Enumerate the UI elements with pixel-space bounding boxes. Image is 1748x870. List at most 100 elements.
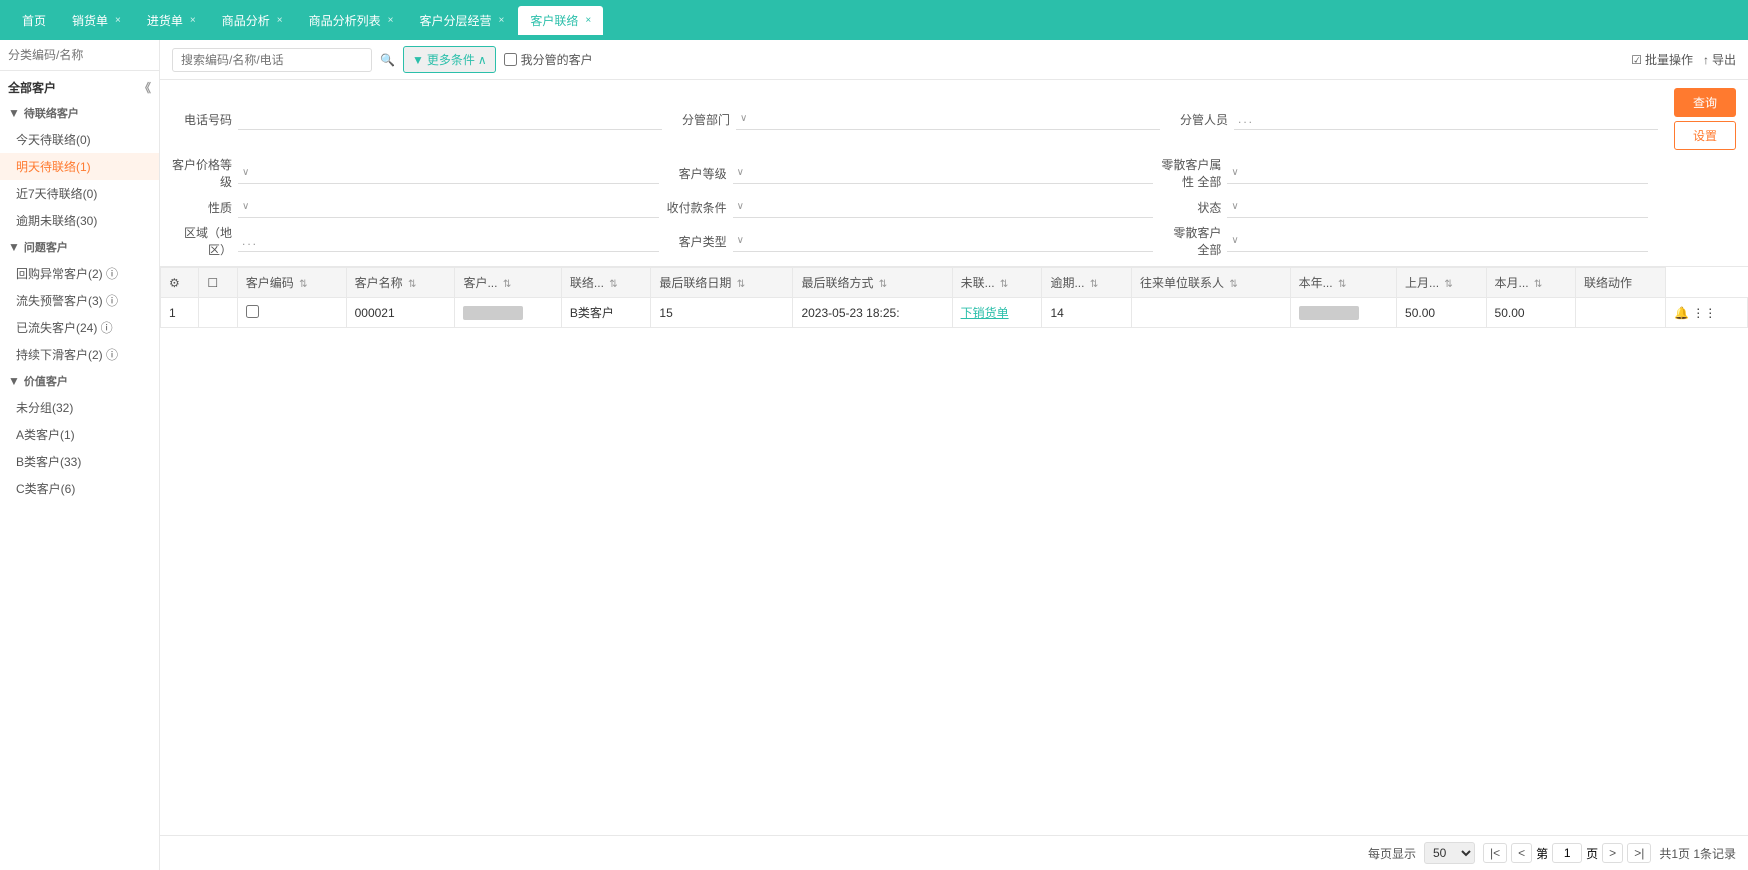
content-area: 🔍 ▼ 更多条件 ∧ 我分管的客户 ☑ 批量操作 ↑ 导出	[160, 40, 1748, 870]
my-customers-checkbox-container: 我分管的客户	[504, 51, 593, 68]
cell-2: 000021	[346, 298, 455, 328]
sidebar-item-A类客户(1)[interactable]: A类客户(1)	[0, 421, 159, 448]
batch-icon: ☑	[1631, 53, 1642, 67]
batch-op-label: 批量操作	[1645, 51, 1693, 68]
nav-item-客户联络[interactable]: 客户联络×	[518, 6, 603, 35]
retail-cust-select[interactable]: ∨	[1227, 230, 1648, 252]
filter-cell-payment: 收付款条件 ∨	[667, 196, 1154, 218]
all-customers-label: 全部客户	[8, 79, 56, 96]
status-select[interactable]: ∨	[1227, 196, 1648, 218]
dept-select[interactable]: ∨	[736, 108, 1160, 130]
nav-item-首页[interactable]: 首页	[10, 6, 58, 35]
set-btn[interactable]: 设置	[1674, 121, 1736, 150]
region-input[interactable]: ...	[238, 230, 659, 252]
filter-search-input[interactable]	[172, 48, 372, 72]
col-last-method[interactable]: 最后联络方式 ⇅	[793, 268, 952, 298]
col-gear[interactable]: ⚙	[161, 268, 199, 298]
nav-close-icon[interactable]: ×	[115, 15, 121, 26]
sidebar-group-待联络客户[interactable]: ▼待联络客户	[0, 100, 159, 126]
search-btn[interactable]: 🔍	[380, 53, 395, 67]
nav-close-icon[interactable]: ×	[190, 15, 196, 26]
phone-label: 电话号码	[172, 111, 232, 128]
col-contact[interactable]: 联络... ⇅	[561, 268, 651, 298]
per-page-select[interactable]: 50 100 200	[1424, 842, 1475, 864]
col-last-month[interactable]: 上月... ⇅	[1397, 268, 1487, 298]
main-layout: 🔍 全部客户 《 ▼待联络客户今天待联络(0)明天待联络(1)近7天待联络(0)…	[0, 40, 1748, 870]
more-conditions-btn[interactable]: ▼ 更多条件 ∧	[403, 46, 496, 73]
sidebar-group-问题客户[interactable]: ▼问题客户	[0, 234, 159, 260]
filter-cell-price-level: 客户价格等级 ∨	[172, 156, 659, 190]
col-checkbox[interactable]: ☐	[199, 268, 237, 298]
nav-item-商品分析[interactable]: 商品分析×	[210, 6, 295, 35]
export-btn[interactable]: ↑ 导出	[1703, 51, 1736, 68]
nav-close-icon[interactable]: ×	[277, 15, 283, 26]
last-page-btn[interactable]: >|	[1627, 843, 1651, 863]
per-page-label: 每页显示	[1368, 845, 1416, 862]
filter-row-1: 电话号码 分管部门 ∨ 分管人员 ... 查询 设置	[172, 88, 1736, 150]
top-nav: 首页销货单×进货单×商品分析×商品分析列表×客户分层经营×客户联络×	[0, 0, 1748, 40]
collapse-icon[interactable]: 《	[139, 79, 151, 96]
sidebar-item-C类客户(6)[interactable]: C类客户(6)	[0, 475, 159, 502]
phone-input[interactable]	[238, 108, 662, 130]
more-conditions-label: 更多条件	[427, 51, 475, 68]
retail-attr-select[interactable]: ∨	[1227, 162, 1648, 184]
col-contacts[interactable]: 往来单位联系人 ⇅	[1131, 268, 1290, 298]
cell-1[interactable]	[237, 298, 346, 328]
nav-close-icon[interactable]: ×	[585, 15, 591, 26]
col-this-year[interactable]: 本年... ⇅	[1290, 268, 1396, 298]
sidebar-item-B类客户(33)[interactable]: B类客户(33)	[0, 448, 159, 475]
col-name[interactable]: 客户名称 ⇅	[346, 268, 455, 298]
nav-item-商品分析列表[interactable]: 商品分析列表×	[297, 6, 406, 35]
col-last-date[interactable]: 最后联络日期 ⇅	[651, 268, 793, 298]
payment-select[interactable]: ∨	[733, 196, 1154, 218]
cust-type-select[interactable]: ∨	[733, 230, 1154, 252]
nav-close-icon[interactable]: ×	[498, 15, 504, 26]
cell-7[interactable]: 下销货单	[952, 298, 1042, 328]
person-input[interactable]: ...	[1234, 108, 1658, 130]
col-overdue[interactable]: 逾期... ⇅	[1042, 268, 1132, 298]
all-customers-header[interactable]: 全部客户 《	[0, 71, 159, 100]
page-suffix: 页	[1586, 845, 1598, 862]
sidebar-item-未分组(32)[interactable]: 未分组(32)	[0, 394, 159, 421]
sidebar-item-今天待联络(0)[interactable]: 今天待联络(0)	[0, 126, 159, 153]
filter-cell-status: 状态 ∨	[1161, 196, 1648, 218]
cell-3	[455, 298, 561, 328]
nature-label: 性质	[172, 199, 232, 216]
col-unlink[interactable]: 未联... ⇅	[952, 268, 1042, 298]
cell-6: 2023-05-23 18:25:	[793, 298, 952, 328]
col-type[interactable]: 客户... ⇅	[455, 268, 561, 298]
query-btn[interactable]: 查询	[1674, 88, 1736, 117]
table-body: 1000021 B类客户152023-05-23 18:25:下销货单14 50…	[161, 298, 1748, 328]
price-level-select[interactable]: ∨	[238, 162, 659, 184]
prev-page-btn[interactable]: <	[1511, 843, 1532, 863]
cust-level-select[interactable]: ∨	[733, 162, 1154, 184]
sidebar-item-流失预警客户(3)[interactable]: 流失预警客户(3) ⓘ	[0, 287, 159, 314]
nav-item-销货单[interactable]: 销货单×	[60, 6, 133, 35]
sidebar-item-持续下滑客户(2)[interactable]: 持续下滑客户(2) ⓘ	[0, 341, 159, 368]
page-input[interactable]	[1552, 843, 1582, 863]
sidebar-item-已流失客户(24)[interactable]: 已流失客户(24) ⓘ	[0, 314, 159, 341]
my-customers-checkbox[interactable]	[504, 53, 517, 66]
sidebar-item-逾期未联络(30)[interactable]: 逾期未联络(30)	[0, 207, 159, 234]
sidebar-search-input[interactable]	[8, 48, 160, 62]
batch-op-btn[interactable]: ☑ 批量操作	[1631, 51, 1693, 68]
sidebar-item-回购异常客户(2)[interactable]: 回购异常客户(2) ⓘ	[0, 260, 159, 287]
sidebar-group-价值客户[interactable]: ▼价值客户	[0, 368, 159, 394]
sidebar-item-明天待联络(1)[interactable]: 明天待联络(1)	[0, 153, 159, 180]
filter-panel: 电话号码 分管部门 ∨ 分管人员 ... 查询 设置	[160, 80, 1748, 267]
cell-5: 15	[651, 298, 793, 328]
nav-close-icon[interactable]: ×	[388, 15, 394, 26]
nature-select[interactable]: ∨	[238, 196, 659, 218]
table-footer: 每页显示 50 100 200 |< < 第 页 > >| 共1页 1条记录	[160, 835, 1748, 870]
payment-label: 收付款条件	[667, 199, 727, 216]
col-code[interactable]: 客户编码 ⇅	[237, 268, 346, 298]
cell-14[interactable]: 🔔 ⋮⋮	[1665, 298, 1747, 328]
sidebar-item-近7天待联络(0)[interactable]: 近7天待联络(0)	[0, 180, 159, 207]
nav-item-客户分层经营[interactable]: 客户分层经营×	[407, 6, 516, 35]
first-page-btn[interactable]: |<	[1483, 843, 1507, 863]
next-page-btn[interactable]: >	[1602, 843, 1623, 863]
nav-item-进货单[interactable]: 进货单×	[135, 6, 208, 35]
filter-cell-cust-type: 客户类型 ∨	[667, 230, 1154, 252]
retail-attr-label: 零散客户属性 全部	[1161, 156, 1221, 190]
col-this-month[interactable]: 本月... ⇅	[1486, 268, 1576, 298]
